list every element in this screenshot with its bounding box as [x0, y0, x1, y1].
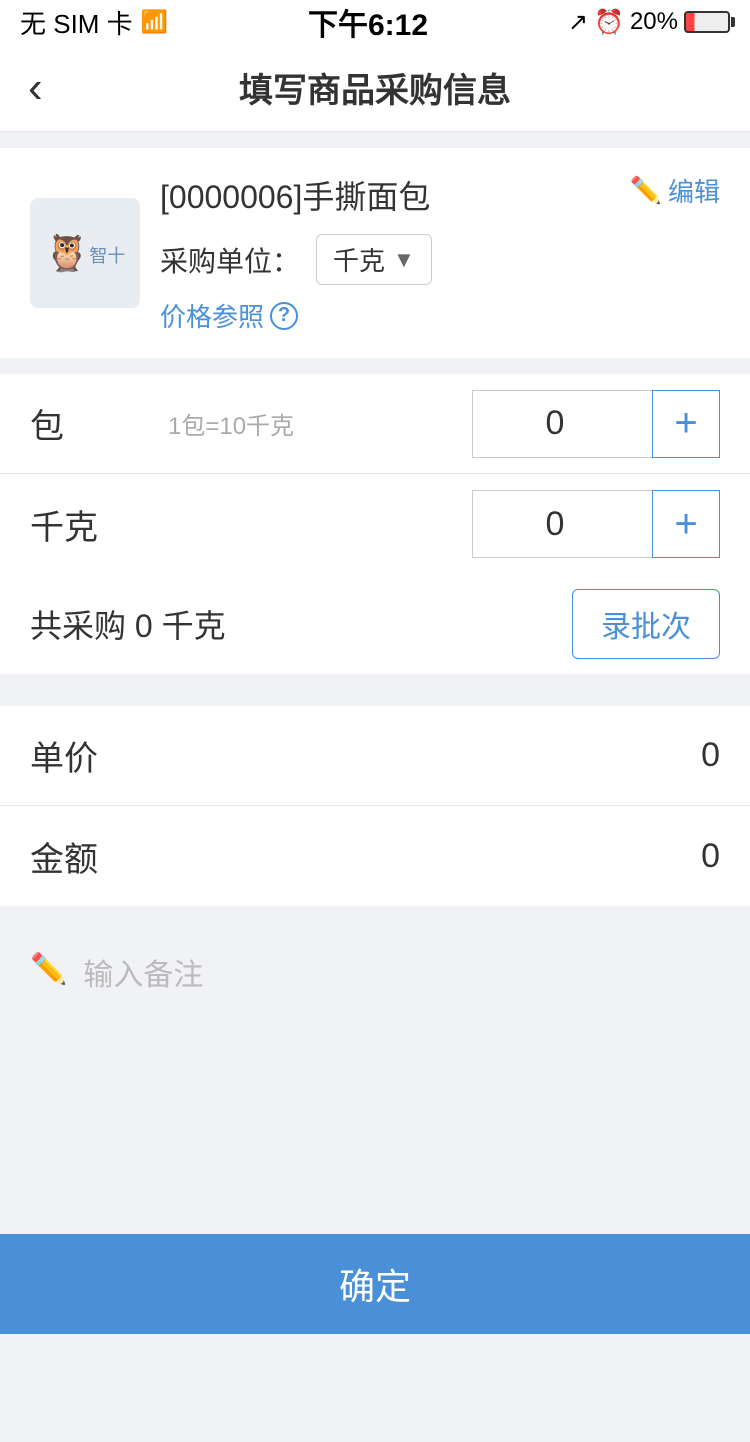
- confirm-button[interactable]: 确定: [0, 1234, 750, 1334]
- remark-placeholder: 输入备注: [83, 950, 203, 994]
- pack-label: 包: [30, 399, 160, 448]
- edit-label: 编辑: [668, 172, 720, 209]
- status-right: ↗ ⏰ 20%: [568, 8, 730, 37]
- unit-price-label: 单价: [30, 731, 98, 780]
- total-text: 共采购 0 千克: [30, 601, 226, 647]
- nav-bar: ‹ 填写商品采购信息: [0, 44, 750, 132]
- record-batch-button[interactable]: 录批次: [572, 589, 720, 659]
- unit-selector[interactable]: 千克 ▼: [316, 234, 432, 285]
- carrier-text: 无 SIM 卡: [20, 4, 133, 41]
- edit-button[interactable]: ✏️ 编辑: [630, 172, 720, 209]
- kg-label: 千克: [30, 500, 160, 549]
- confirm-label: 确定: [339, 1258, 411, 1310]
- page-title: 填写商品采购信息: [239, 63, 511, 112]
- product-image: 🦉 智十: [30, 198, 140, 308]
- amount-value: 0: [701, 837, 720, 876]
- battery-icon: [684, 11, 730, 33]
- alarm-icon: ⏰: [594, 8, 624, 37]
- kg-plus-button[interactable]: +: [652, 490, 720, 558]
- amount-label: 金额: [30, 832, 98, 881]
- quantity-input-section: 包 1包=10千克 + 千克 +: [0, 374, 750, 574]
- kg-quantity-input[interactable]: [472, 490, 652, 558]
- kg-quantity-wrap: +: [472, 490, 720, 558]
- product-card: 🦉 智十 [0000006]手撕面包 采购单位： 千克 ▼ 价格参照 ? ✏️ …: [0, 148, 750, 358]
- dropdown-arrow-icon: ▼: [393, 247, 415, 273]
- unit-value: 千克: [333, 241, 385, 278]
- price-reference-link[interactable]: 价格参照 ?: [160, 297, 720, 334]
- price-ref-text: 价格参照: [160, 297, 264, 334]
- battery-text: 20%: [630, 8, 678, 36]
- unit-price-row: 单价 0: [0, 706, 750, 806]
- status-carrier: 无 SIM 卡 📶: [20, 4, 168, 41]
- pack-input-row: 包 1包=10千克 +: [0, 374, 750, 474]
- status-bar: 无 SIM 卡 📶 下午6:12 ↗ ⏰ 20%: [0, 0, 750, 44]
- divider-1: [0, 358, 750, 374]
- info-icon: ?: [270, 302, 298, 330]
- pencil-icon: ✏️: [30, 952, 67, 987]
- edit-icon: ✏️: [630, 175, 662, 206]
- pack-plus-button[interactable]: +: [652, 390, 720, 458]
- unit-label: 采购单位：: [160, 240, 300, 280]
- product-logo-icon: 🦉: [45, 235, 90, 271]
- back-button[interactable]: ‹: [28, 66, 43, 110]
- divider-2: [0, 674, 750, 690]
- total-section: 共采购 0 千克 录批次: [0, 574, 750, 674]
- kg-input-row: 千克 +: [0, 474, 750, 574]
- status-time: 下午6:12: [308, 0, 428, 44]
- pack-quantity-input[interactable]: [472, 390, 652, 458]
- location-icon: ↗: [568, 8, 588, 37]
- price-section: 单价 0 金额 0: [0, 706, 750, 906]
- pack-quantity-wrap: +: [472, 390, 720, 458]
- wifi-icon: 📶: [141, 9, 168, 35]
- unit-price-value: 0: [701, 736, 720, 775]
- product-unit-row: 采购单位： 千克 ▼: [160, 234, 720, 285]
- product-logo-text: 智十: [89, 242, 125, 268]
- pack-hint: 1包=10千克: [168, 406, 294, 441]
- remark-section[interactable]: ✏️ 输入备注: [0, 922, 750, 1042]
- amount-row: 金额 0: [0, 806, 750, 906]
